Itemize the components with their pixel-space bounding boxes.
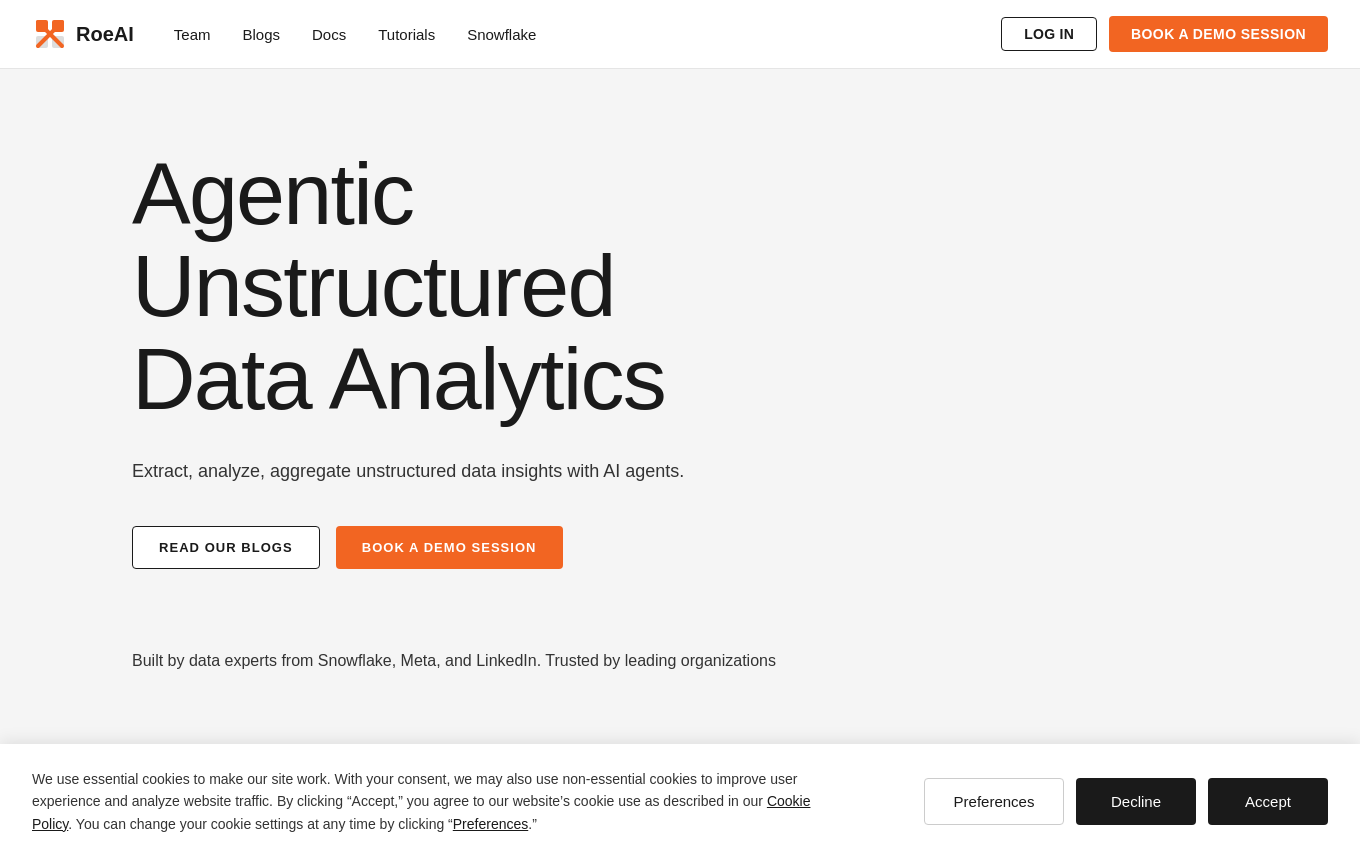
login-button[interactable]: LOG IN	[1001, 17, 1097, 51]
nav-link-snowflake[interactable]: Snowflake	[467, 26, 536, 43]
read-blogs-button[interactable]: READ OUR BLOGS	[132, 526, 320, 569]
hero-buttons: READ OUR BLOGS BOOK A DEMO SESSION	[132, 526, 1228, 569]
logo[interactable]: RoeAI	[32, 16, 134, 52]
book-demo-nav-button[interactable]: BOOK A DEMO SESSION	[1109, 16, 1328, 52]
nav-link-tutorials[interactable]: Tutorials	[378, 26, 435, 43]
decline-button[interactable]: Decline	[1076, 778, 1196, 825]
preferences-inline-link[interactable]: Preferences	[453, 816, 528, 828]
nav-link-docs[interactable]: Docs	[312, 26, 346, 43]
nav-link-team[interactable]: Team	[174, 26, 211, 43]
hero-section: Agentic Unstructured Data Analytics Extr…	[0, 68, 1360, 828]
hero-subtitle: Extract, analyze, aggregate unstructured…	[132, 457, 692, 486]
nav-right: LOG IN BOOK A DEMO SESSION	[1001, 16, 1328, 52]
logo-icon	[32, 16, 68, 52]
hero-tagline: Built by data experts from Snowflake, Me…	[132, 649, 1228, 673]
navbar: RoeAI Team Blogs Docs Tutorials Snowflak…	[0, 0, 1360, 69]
nav-links: Team Blogs Docs Tutorials Snowflake	[174, 26, 537, 43]
book-demo-button[interactable]: BOOK A DEMO SESSION	[336, 526, 563, 569]
hero-title: Agentic Unstructured Data Analytics	[132, 148, 1228, 425]
logo-text: RoeAI	[76, 23, 134, 46]
accept-button[interactable]: Accept	[1208, 778, 1328, 825]
cookie-buttons: Preferences Decline Accept	[924, 778, 1328, 825]
nav-link-blogs[interactable]: Blogs	[242, 26, 280, 43]
cookie-text: We use essential cookies to make our sit…	[32, 768, 852, 828]
preferences-button[interactable]: Preferences	[924, 778, 1064, 825]
cookie-banner: We use essential cookies to make our sit…	[0, 744, 1360, 828]
